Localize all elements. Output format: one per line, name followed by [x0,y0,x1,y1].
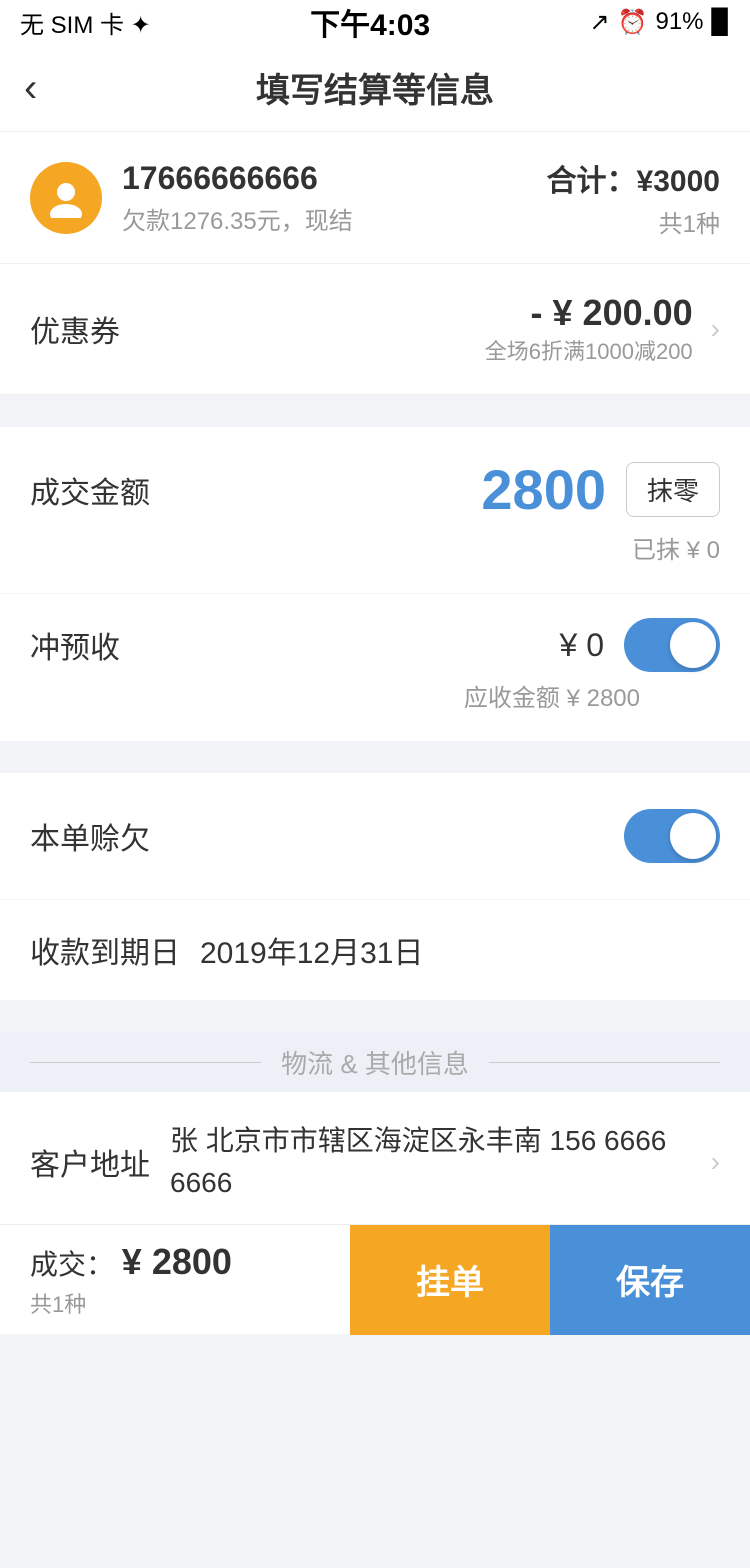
total-count: 共1种 [547,204,720,239]
deal-label: 成交： [30,1249,114,1280]
status-right: ↗ ⏰ 91% ▉ [589,8,730,37]
address-card[interactable]: 客户地址 张 北京市市辖区海淀区永丰南 156 6666 6666 › [0,1092,750,1232]
round-button[interactable]: 抹零 [626,462,720,517]
user-total: 合计：¥3000 共1种 [547,156,720,239]
user-icon [46,178,86,218]
nav-bar: ‹ 填写结算等信息 [0,44,750,132]
address-value: 张 北京市市辖区海淀区永丰南 156 6666 6666 [170,1120,683,1204]
prepay-sub: 应收金额 ¥ 2800 [0,672,750,741]
page-title: 填写结算等信息 [256,63,494,112]
amount-right: 2800 抹零 [481,457,720,522]
transaction-card: 成交金额 2800 抹零 已抹 ¥ 0 冲预收 ¥ 0 应收金额 ¥ 2800 [0,427,750,741]
logistics-label: 物流 & 其他信息 [261,1044,489,1081]
hang-button[interactable]: 挂单 [350,1225,550,1335]
coupon-label: 优惠券 [30,307,120,351]
transaction-sub: 已抹 ¥ 0 [0,522,750,593]
alarm-icon: ⏰ [618,8,648,37]
debt-row: 本单赊欠 [0,773,750,899]
debt-label: 本单赊欠 [30,814,150,858]
battery-text: 91% [655,8,703,36]
address-row[interactable]: 客户地址 张 北京市市辖区海淀区永丰南 156 6666 6666 › [0,1092,750,1232]
due-date-label: 收款到期日 [30,928,180,972]
transaction-value[interactable]: 2800 [481,457,606,522]
prepay-amount: ¥ 0 [560,627,604,664]
total-amount: 合计：¥3000 [547,156,720,200]
battery-icon: ▉ [712,8,730,37]
user-info: 17666666666 欠款1276.35元，现结 [122,160,547,236]
debt-toggle[interactable] [624,809,720,863]
prepay-row: 冲预收 ¥ 0 [0,593,750,672]
no-sim-text: 无 SIM 卡 ✦ [20,5,151,40]
coupon-right: - ¥ 200.00 全场6折满1000减200 › [485,292,720,366]
chevron-right-icon: › [711,313,720,345]
bottom-deal-row: 成交： ¥ 2800 [30,1241,320,1283]
coupon-amount: - ¥ 200.00 [485,292,693,334]
section-divider-1 [0,411,750,427]
transaction-amount-row: 成交金额 2800 抹零 [0,427,750,522]
prepay-label: 冲预收 [30,623,120,667]
prepay-toggle[interactable] [624,618,720,672]
status-bar: 无 SIM 卡 ✦ 下午4:03 ↗ ⏰ 91% ▉ [0,0,750,44]
address-chevron-icon: › [711,1146,720,1178]
user-phone: 17666666666 [122,160,547,197]
avatar [30,162,102,234]
bottom-bar: 成交： ¥ 2800 共1种 挂单 保存 [0,1224,750,1334]
user-row: 17666666666 欠款1276.35元，现结 合计：¥3000 共1种 [0,132,750,264]
debt-card: 本单赊欠 收款到期日 2019年12月31日 [0,773,750,1000]
back-button[interactable]: ‹ [24,68,37,108]
deal-amount: ¥ 2800 [122,1241,232,1282]
due-date-row: 收款到期日 2019年12月31日 [0,899,750,1000]
bottom-count: 共1种 [30,1287,320,1319]
status-time: 下午4:03 [310,0,430,44]
status-left: 无 SIM 卡 ✦ [20,5,151,40]
user-info-card: 17666666666 欠款1276.35元，现结 合计：¥3000 共1种 优… [0,132,750,395]
bottom-summary: 成交： ¥ 2800 共1种 [0,1241,350,1319]
section-divider-3 [0,1016,750,1032]
user-subtitle: 欠款1276.35元，现结 [122,201,547,236]
content-area: 17666666666 欠款1276.35元，现结 合计：¥3000 共1种 优… [0,132,750,1568]
logistics-section: 物流 & 其他信息 [0,1032,750,1092]
coupon-row[interactable]: 优惠券 - ¥ 200.00 全场6折满1000减200 › [0,264,750,395]
address-label: 客户地址 [30,1140,150,1184]
location-icon: ↗ [589,8,609,37]
due-date-value: 2019年12月31日 [200,928,423,972]
save-button[interactable]: 保存 [550,1225,750,1335]
transaction-label: 成交金额 [30,468,150,512]
coupon-desc: 全场6折满1000减200 [485,334,693,366]
section-divider-2 [0,757,750,773]
prepay-right: ¥ 0 [560,618,720,672]
